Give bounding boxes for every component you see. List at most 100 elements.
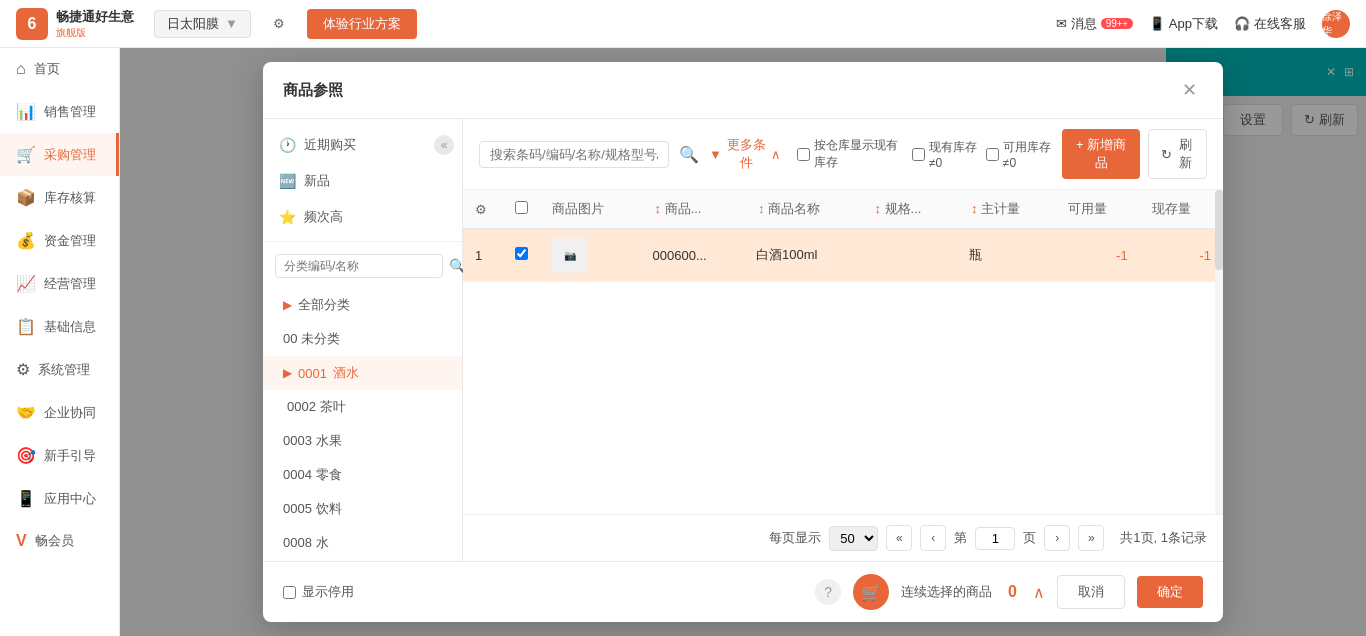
sidebar-label-member: 畅会员 xyxy=(35,532,74,550)
sidebar-item-home[interactable]: ⌂ 首页 xyxy=(0,48,119,90)
category-item-00[interactable]: 00 未分类 xyxy=(263,322,462,356)
table-row[interactable]: 1 📷 000600... 白酒100ml 瓶 xyxy=(463,229,1223,282)
checkbox-group: 按仓库显示现有库存 现有库存≠0 可用库存≠0 xyxy=(797,137,1053,171)
category-item-0005[interactable]: 0005 饮料 xyxy=(263,492,462,526)
member-icon: V xyxy=(16,532,27,550)
app-download-item[interactable]: 📱 App下载 xyxy=(1149,15,1218,33)
collapse-footer-button[interactable]: ∧ xyxy=(1033,583,1045,602)
main-layout: ⌂ 首页 📊 销售管理 🛒 采购管理 📦 库存核算 💰 资金管理 📈 经营管理 … xyxy=(0,48,1366,636)
new-items-item[interactable]: 🆕 新品 xyxy=(263,163,462,199)
category-item-0002[interactable]: 0002 茶叶 xyxy=(263,390,462,424)
logo-area: 6 畅捷通好生意 旗舰版 xyxy=(16,8,134,40)
modal-header: 商品参照 ✕ xyxy=(263,62,1223,119)
col-checkbox[interactable] xyxy=(503,190,540,229)
page-number-input[interactable] xyxy=(975,527,1015,550)
category-item-0004[interactable]: 0004 零食 xyxy=(263,458,462,492)
scrollbar-thumb[interactable] xyxy=(1215,190,1223,270)
table-body: 1 📷 000600... 白酒100ml 瓶 xyxy=(463,229,1223,282)
row-checkbox[interactable] xyxy=(515,247,528,260)
category-list: ▶ 全部分类 00 未分类 ▶ 0001 酒水 0002 茶 xyxy=(263,284,462,553)
top-header: 6 畅捷通好生意 旗舰版 日太阳膜 ▼ ⚙ 体验行业方案 ✉ 消息 99++ 📱… xyxy=(0,0,1366,48)
first-page-button[interactable]: « xyxy=(886,525,912,551)
sidebar-item-guide[interactable]: 🎯 新手引导 xyxy=(0,434,119,477)
settings-icon[interactable]: ⚙ xyxy=(263,8,295,40)
category-item-0003[interactable]: 0003 水果 xyxy=(263,424,462,458)
sort-icon-code: ↕ xyxy=(655,201,662,216)
show-disabled-checkbox[interactable] xyxy=(283,586,296,599)
right-panel: 🔍 ▼ 更多条件 ∧ 按仓库显示现有库存 xyxy=(463,119,1223,561)
cell-checkbox[interactable] xyxy=(503,229,540,282)
sidebar-label-home: 首页 xyxy=(34,60,60,78)
checkbox-nonzero[interactable] xyxy=(912,148,925,161)
prev-page-button[interactable]: ‹ xyxy=(920,525,946,551)
sidebar-label-system: 系统管理 xyxy=(38,361,90,379)
basic-icon: 📋 xyxy=(16,317,36,336)
cart-button[interactable]: 🛒 xyxy=(853,574,889,610)
modal-body: 🕐 近期购买 « 🆕 新品 ⭐ 频次高 xyxy=(263,119,1223,561)
sidebar-label-purchase: 采购管理 xyxy=(44,146,96,164)
col-settings[interactable]: ⚙ xyxy=(463,190,503,229)
category-item-0008[interactable]: 0008 水 xyxy=(263,526,462,553)
col-stock: 现存量 xyxy=(1140,190,1223,229)
last-page-button[interactable]: » xyxy=(1078,525,1104,551)
enterprise-icon: 🤝 xyxy=(16,403,36,422)
content-area: ✕ ⊞ 查询 设置 ↻ 刷新 商品参照 ✕ xyxy=(120,48,1366,636)
checkbox-nonzero-label[interactable]: 现有库存≠0 xyxy=(912,139,980,170)
page-size-select[interactable]: 50 xyxy=(829,526,878,551)
add-product-button[interactable]: + 新增商品 xyxy=(1062,129,1140,179)
messages-label: 消息 xyxy=(1071,15,1097,33)
sidebar-item-sales[interactable]: 📊 销售管理 xyxy=(0,90,119,133)
collapse-panel-button[interactable]: « xyxy=(434,135,454,155)
sidebar-item-enterprise[interactable]: 🤝 企业协同 xyxy=(0,391,119,434)
select-all-checkbox[interactable] xyxy=(515,201,528,214)
sidebar-item-purchase[interactable]: 🛒 采购管理 xyxy=(0,133,119,176)
sidebar-item-system[interactable]: ⚙ 系统管理 xyxy=(0,348,119,391)
help-icon[interactable]: ? xyxy=(815,579,841,605)
messages-item[interactable]: ✉ 消息 99++ xyxy=(1056,15,1133,33)
confirm-button[interactable]: 确定 xyxy=(1137,576,1203,608)
next-page-button[interactable]: › xyxy=(1044,525,1070,551)
category-item-0001[interactable]: ▶ 0001 酒水 xyxy=(263,356,462,390)
checkbox-available[interactable] xyxy=(986,148,999,161)
table-header: ⚙ 商品图片 ↕ 商品... ↕ xyxy=(463,190,1223,229)
online-service-item[interactable]: 🎧 在线客服 xyxy=(1234,15,1306,33)
col-spec[interactable]: ↕ 规格... xyxy=(860,190,957,229)
sidebar-item-member[interactable]: V 畅会员 xyxy=(0,520,119,562)
sidebar-item-operations[interactable]: 📈 经营管理 xyxy=(0,262,119,305)
sidebar-item-basic[interactable]: 📋 基础信息 xyxy=(0,305,119,348)
sidebar-item-apps[interactable]: 📱 应用中心 xyxy=(0,477,119,520)
modal-title: 商品参照 xyxy=(283,81,343,100)
refresh-button[interactable]: ↻ 刷新 xyxy=(1148,129,1207,179)
category-search-input[interactable] xyxy=(275,254,443,278)
checkbox-warehouse[interactable] xyxy=(797,148,810,161)
user-item[interactable]: 徐泽华 xyxy=(1322,10,1350,38)
filter-button[interactable]: ▼ 更多条件 ∧ xyxy=(709,136,781,172)
checkbox-warehouse-label[interactable]: 按仓库显示现有库存 xyxy=(797,137,906,171)
all-categories-item[interactable]: ▶ 全部分类 xyxy=(263,288,462,322)
product-table: ⚙ 商品图片 ↕ 商品... ↕ xyxy=(463,190,1223,282)
recent-buy-item[interactable]: 🕐 近期购买 xyxy=(263,127,434,163)
modal-footer: 显示停用 ? 🛒 连续选择的商品 0 ∧ 取消 确定 xyxy=(263,561,1223,622)
checkbox-available-label[interactable]: 可用库存≠0 xyxy=(986,139,1054,170)
product-search-button[interactable]: 🔍 xyxy=(677,143,701,166)
modal-overlay: 商品参照 ✕ 🕐 近期购买 « xyxy=(120,48,1366,636)
col-unit[interactable]: ↕ 主计量 xyxy=(957,190,1056,229)
new-icon: 🆕 xyxy=(279,173,296,189)
system-icon: ⚙ xyxy=(16,360,30,379)
sidebar-item-finance[interactable]: 💰 资金管理 xyxy=(0,219,119,262)
arrow-right-icon: ▶ xyxy=(283,298,292,312)
store-selector[interactable]: 日太阳膜 ▼ xyxy=(154,10,251,38)
high-freq-item[interactable]: ⭐ 频次高 xyxy=(263,199,462,235)
cancel-button[interactable]: 取消 xyxy=(1057,575,1125,609)
modal-close-button[interactable]: ✕ xyxy=(1175,76,1203,104)
col-name[interactable]: ↕ 商品名称 xyxy=(744,190,861,229)
experience-button[interactable]: 体验行业方案 xyxy=(307,9,417,39)
sidebar-label-sales: 销售管理 xyxy=(44,103,96,121)
show-disabled-label[interactable]: 显示停用 xyxy=(283,583,354,601)
phone-icon: 📱 xyxy=(1149,16,1165,31)
col-code[interactable]: ↕ 商品... xyxy=(641,190,744,229)
left-panel: 🕐 近期购买 « 🆕 新品 ⭐ 频次高 xyxy=(263,119,463,561)
product-search-input[interactable] xyxy=(479,141,669,168)
finance-icon: 💰 xyxy=(16,231,36,250)
sidebar-item-inventory[interactable]: 📦 库存核算 xyxy=(0,176,119,219)
